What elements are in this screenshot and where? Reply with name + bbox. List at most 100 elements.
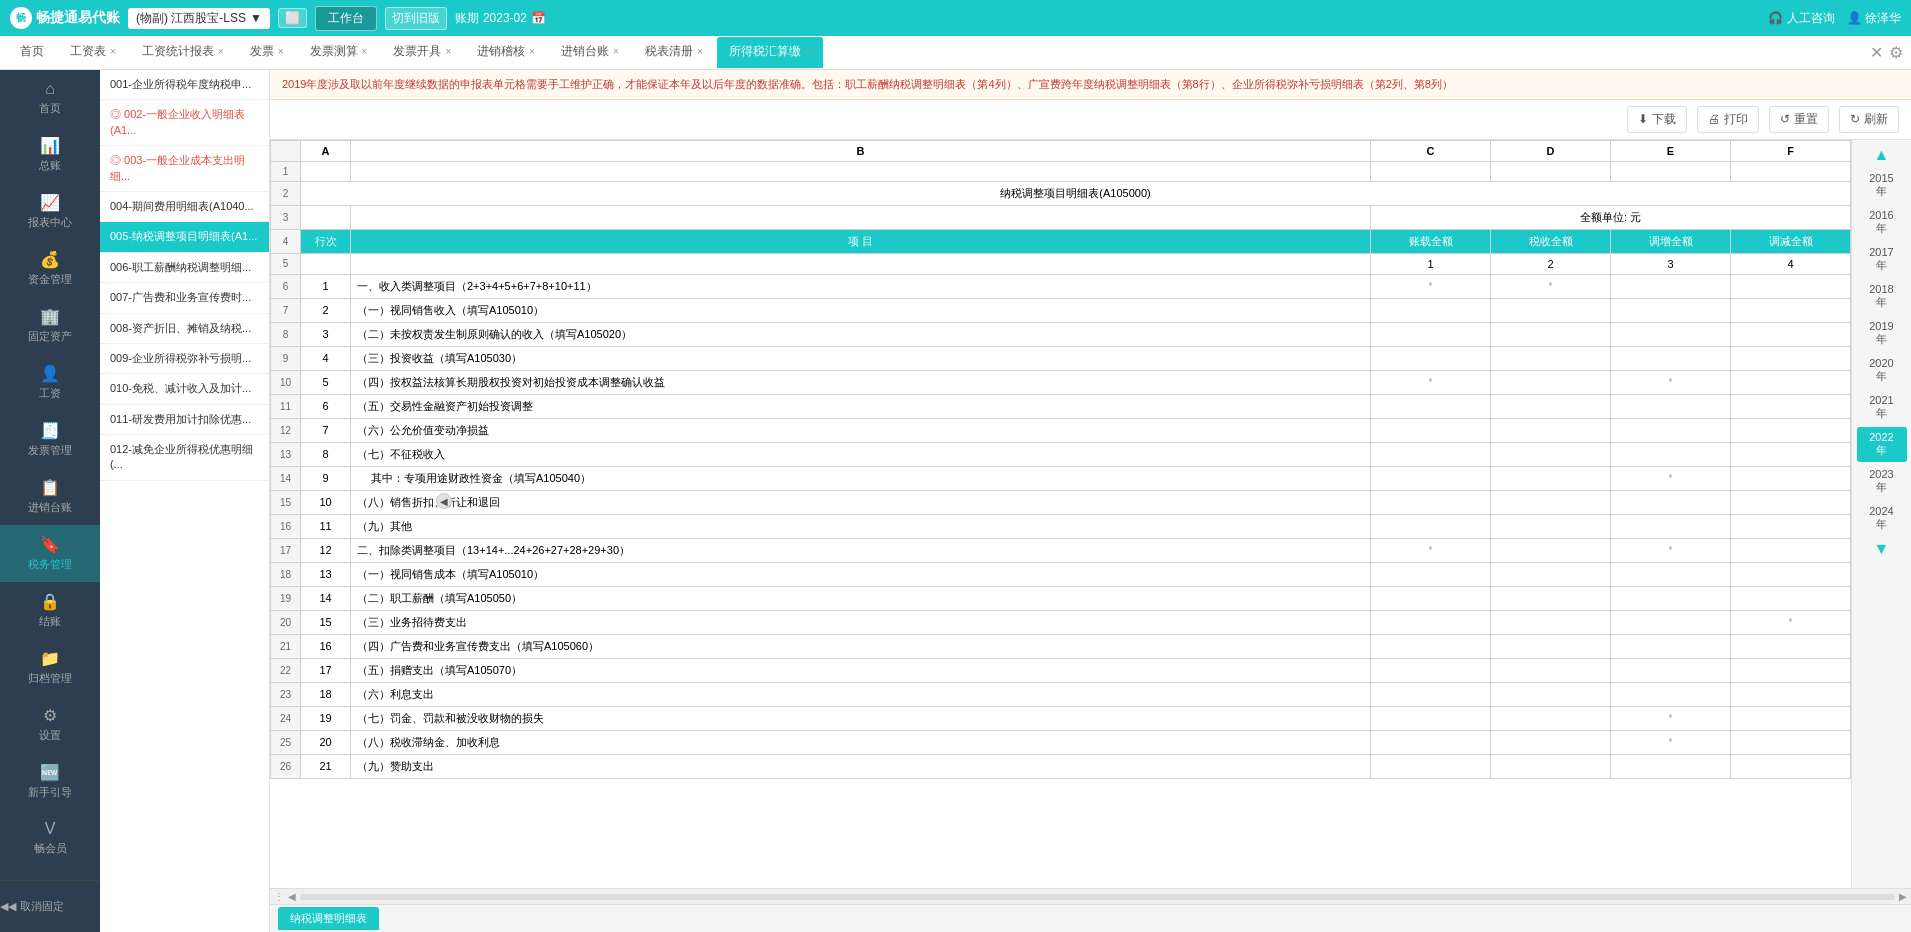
cell-project[interactable]: （八）税收滞纳金、加收利息: [351, 730, 1371, 754]
left-panel-item-001[interactable]: 001-企业所得税年度纳税申...: [100, 70, 269, 100]
cell-hangci[interactable]: 18: [301, 682, 351, 706]
tab-income-tax[interactable]: 所得税汇算缴 ×: [717, 37, 823, 68]
cell-hangci[interactable]: 19: [301, 706, 351, 730]
period-selector[interactable]: 账期 2023-02 📅: [455, 10, 546, 27]
download-button[interactable]: ⬇ 下载: [1627, 106, 1687, 133]
cell-project[interactable]: （一）视同销售成本（填写A105010）: [351, 562, 1371, 586]
cell-project[interactable]: （九）其他: [351, 514, 1371, 538]
user-avatar[interactable]: 👤 徐泽华: [1847, 10, 1901, 27]
cell-d[interactable]: [1491, 730, 1611, 754]
cell[interactable]: [1371, 161, 1491, 181]
cell-f[interactable]: [1731, 346, 1851, 370]
year-item-2021[interactable]: 2021年: [1857, 390, 1907, 425]
cell-project[interactable]: （三）投资收益（填写A105030）: [351, 346, 1371, 370]
cell-f[interactable]: [1731, 514, 1851, 538]
tab-inbound-check[interactable]: 进销稽核 ×: [465, 37, 547, 68]
cell-f[interactable]: [1731, 634, 1851, 658]
sidebar-item-vip[interactable]: V 畅会员: [0, 810, 100, 866]
copy-button[interactable]: ⬜: [278, 8, 307, 28]
cell-project[interactable]: （七）罚金、罚款和被没收财物的损失: [351, 706, 1371, 730]
left-panel-item-004[interactable]: 004-期间费用明细表(A1040...: [100, 192, 269, 222]
cell-d[interactable]: [1491, 610, 1611, 634]
cell-f[interactable]: [1731, 442, 1851, 466]
left-panel-item-006[interactable]: 006-职工薪酬纳税调整明细...: [100, 253, 269, 283]
tab-close-income-tax[interactable]: ×: [805, 46, 811, 57]
cell-project[interactable]: （三）业务招待费支出: [351, 610, 1371, 634]
cell-d[interactable]: [1491, 418, 1611, 442]
cell-c[interactable]: [1371, 562, 1491, 586]
cell-d[interactable]: [1491, 298, 1611, 322]
unpin-button[interactable]: ◀◀ 取消固定: [0, 889, 100, 924]
scroll-left-icon[interactable]: ◀: [288, 891, 296, 902]
year-item-2015[interactable]: 2015年: [1857, 168, 1907, 203]
cell-c[interactable]: [1371, 658, 1491, 682]
cell-f[interactable]: [1731, 586, 1851, 610]
cell[interactable]: [1731, 161, 1851, 181]
cell-hangci[interactable]: 9: [301, 466, 351, 490]
cell-project[interactable]: （六）利息支出: [351, 682, 1371, 706]
cell-f[interactable]: [1731, 394, 1851, 418]
cell-d[interactable]: [1491, 490, 1611, 514]
tab-payroll[interactable]: 工资表 ×: [58, 37, 128, 68]
cell-project[interactable]: （四）按权益法核算长期股权投资对初始投资成本调整确认收益: [351, 370, 1371, 394]
sidebar-item-settings[interactable]: ⚙ 设置: [0, 696, 100, 753]
tab-bar-settings[interactable]: ⚙: [1889, 43, 1903, 62]
cell-d[interactable]: [1491, 634, 1611, 658]
cell-project[interactable]: （一）视同销售收入（填写A105010）: [351, 298, 1371, 322]
year-scroll-up-button[interactable]: ▲: [1872, 144, 1892, 166]
cell-project[interactable]: （五）捐赠支出（填写A105070）: [351, 658, 1371, 682]
cell-d[interactable]: [1491, 754, 1611, 778]
cell-hangci[interactable]: 12: [301, 538, 351, 562]
scroll-track[interactable]: [300, 894, 1895, 900]
cell-f[interactable]: [1731, 658, 1851, 682]
sidebar-item-archive[interactable]: 📁 归档管理: [0, 639, 100, 696]
year-item-2018[interactable]: 2018年: [1857, 279, 1907, 314]
sidebar-item-payroll[interactable]: 👤 工资: [0, 354, 100, 411]
cell-d[interactable]: [1491, 538, 1611, 562]
left-panel-item-011[interactable]: 011-研发费用加计扣除优惠...: [100, 405, 269, 435]
cell-d[interactable]: [1491, 562, 1611, 586]
horizontal-scrollbar[interactable]: ⋮ ◀ ▶: [270, 888, 1911, 904]
consult-link[interactable]: 🎧 人工咨询: [1768, 10, 1834, 27]
cell-e[interactable]: *: [1611, 466, 1731, 490]
cell[interactable]: [1491, 161, 1611, 181]
cell[interactable]: [351, 205, 1371, 229]
cell-hangci[interactable]: 17: [301, 658, 351, 682]
reset-button[interactable]: ↺ 重置: [1769, 106, 1829, 133]
cell-hangci[interactable]: 8: [301, 442, 351, 466]
tab-close-payroll[interactable]: ×: [110, 46, 116, 57]
cell[interactable]: [351, 161, 1371, 181]
sidebar-item-reports[interactable]: 📈 报表中心: [0, 183, 100, 240]
tab-home[interactable]: 首页: [8, 37, 56, 68]
cell-c[interactable]: [1371, 610, 1491, 634]
sidebar-item-closing[interactable]: 🔒 结账: [0, 582, 100, 639]
sidebar-item-tax-mgmt[interactable]: 🔖 税务管理: [0, 525, 100, 582]
cell-project[interactable]: 一、收入类调整项目（2+3+4+5+6+7+8+10+11）: [351, 274, 1371, 298]
tab-close-tax-clearance[interactable]: ×: [697, 46, 703, 57]
cell[interactable]: [351, 253, 1371, 274]
cell-d[interactable]: [1491, 514, 1611, 538]
cell-c[interactable]: *: [1371, 274, 1491, 298]
year-item-2024[interactable]: 2024年: [1857, 501, 1907, 536]
cell-e[interactable]: *: [1611, 706, 1731, 730]
cell-f[interactable]: [1731, 274, 1851, 298]
cell-e[interactable]: [1611, 634, 1731, 658]
year-item-2020[interactable]: 2020年: [1857, 353, 1907, 388]
cell-f[interactable]: [1731, 298, 1851, 322]
cell-c[interactable]: [1371, 586, 1491, 610]
cell-hangci[interactable]: 13: [301, 562, 351, 586]
cell-f[interactable]: [1731, 562, 1851, 586]
sidebar-item-fixed-assets[interactable]: 🏢 固定资产: [0, 297, 100, 354]
print-button[interactable]: 🖨 打印: [1697, 106, 1759, 133]
cell-project[interactable]: （二）未按权责发生制原则确认的收入（填写A105020）: [351, 322, 1371, 346]
cell-e[interactable]: [1611, 274, 1731, 298]
left-panel-item-008[interactable]: 008-资产折旧、摊销及纳税...: [100, 314, 269, 344]
cell-hangci[interactable]: 16: [301, 634, 351, 658]
cell-e[interactable]: [1611, 562, 1731, 586]
cell-hangci[interactable]: 7: [301, 418, 351, 442]
cell-hangci[interactable]: 21: [301, 754, 351, 778]
tab-invoice-open[interactable]: 发票开具 ×: [381, 37, 463, 68]
cell-e[interactable]: [1611, 346, 1731, 370]
bottom-sheet-tab[interactable]: 纳税调整明细表: [278, 907, 379, 930]
left-panel-item-005[interactable]: 005-纳税调整项目明细表(A1...: [100, 222, 269, 252]
